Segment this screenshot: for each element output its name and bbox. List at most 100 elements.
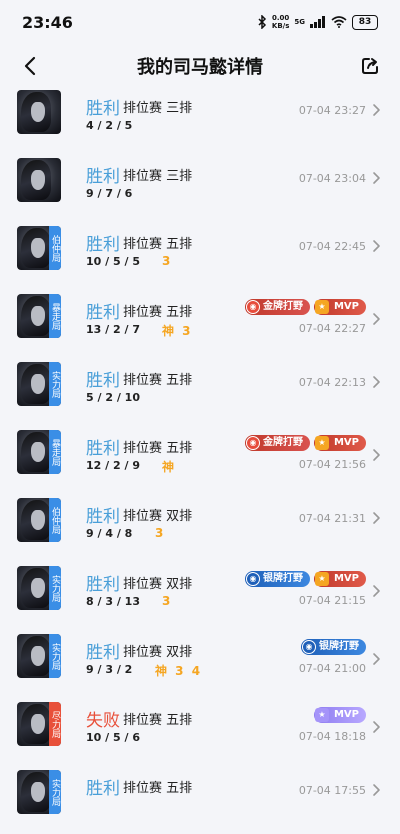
- match-kda: 8 / 3 / 13: [86, 595, 140, 608]
- match-honors: 3: [162, 594, 173, 608]
- match-badges: ◉ 金牌打野 ★ MVP: [244, 435, 366, 451]
- chevron-right-icon: [373, 240, 380, 252]
- gold-badge: ◉ 金牌打野: [244, 299, 310, 315]
- match-date: 07-04 21:00: [298, 662, 366, 675]
- badge-label: MVP: [333, 437, 359, 448]
- match-row[interactable]: 暴走局 胜利 排位赛 五排 13 / 2 / 7 神 3 ◉ 金牌打野 ★ MVP 07-04 2…: [0, 294, 400, 358]
- match-tag: 实力局: [49, 770, 61, 814]
- mvp-badge: ★ MVP: [313, 299, 366, 315]
- chevron-right-icon: [373, 721, 380, 733]
- match-kda: 9 / 4 / 8: [86, 527, 133, 540]
- battery-indicator: 83: [352, 14, 378, 30]
- chevron-right-icon: [373, 512, 380, 524]
- share-button[interactable]: [356, 52, 384, 80]
- match-date: 07-04 23:04: [298, 172, 366, 185]
- back-button[interactable]: [16, 52, 44, 80]
- match-result: 胜利: [86, 575, 120, 595]
- hero-avatar: 暴走局: [17, 294, 61, 338]
- match-row[interactable]: 胜利 排位赛 三排 9 / 7 / 6 07-04 23:04: [0, 158, 400, 222]
- hero-avatar: 实力局: [17, 770, 61, 814]
- match-mode: 排位赛 三排: [123, 169, 193, 184]
- match-tag: 尽力局: [49, 702, 61, 746]
- hero-avatar: [17, 90, 61, 134]
- match-kda: 4 / 2 / 5: [86, 119, 133, 132]
- hero-avatar: 伯仲局: [17, 226, 61, 270]
- match-honors: 3: [162, 254, 173, 268]
- match-honors: 神: [162, 460, 177, 474]
- match-date: 07-04 23:27: [298, 104, 366, 117]
- network-type: 5G: [294, 18, 305, 26]
- match-tag: 暴走局: [49, 430, 61, 474]
- match-row[interactable]: 暴走局 胜利 排位赛 五排 12 / 2 / 9 神 ◉ 金牌打野 ★ MVP 07-04 21:…: [0, 430, 400, 494]
- match-tag: 伯仲局: [49, 498, 61, 542]
- match-honors: 3: [155, 526, 166, 540]
- match-tag: 实力局: [49, 362, 61, 406]
- match-row[interactable]: 胜利 排位赛 三排 4 / 2 / 5 07-04 23:27: [0, 90, 400, 154]
- match-kda: 9 / 7 / 6: [86, 187, 133, 200]
- gold-badge: ◉ 金牌打野: [244, 435, 310, 451]
- match-mode: 排位赛 双排: [123, 577, 193, 592]
- match-result: 胜利: [86, 439, 120, 459]
- chevron-right-icon: [373, 313, 380, 325]
- silver-badge: ◉ 银牌打野: [301, 639, 366, 655]
- match-date: 07-04 22:13: [298, 376, 366, 389]
- hero-avatar: 实力局: [17, 362, 61, 406]
- match-date: 07-04 17:55: [298, 784, 366, 797]
- match-result: 胜利: [86, 371, 120, 391]
- match-result: 胜利: [86, 643, 120, 663]
- match-mode: 排位赛 五排: [123, 373, 193, 388]
- silver-badge: ◉ 银牌打野: [244, 571, 310, 587]
- status-bar: 23:46 0.00 KB/s 5G 83: [0, 0, 400, 44]
- avatar-face: [31, 306, 45, 326]
- mvp-badge: ★ MVP: [313, 435, 366, 451]
- match-date: 07-04 21:31: [298, 512, 366, 525]
- badge-label: MVP: [333, 573, 359, 584]
- match-date: 07-04 21:15: [298, 594, 366, 607]
- match-tag: 暴走局: [49, 294, 61, 338]
- match-mode: 排位赛 五排: [123, 713, 193, 728]
- match-mode: 排位赛 五排: [123, 441, 193, 456]
- match-mode: 排位赛 三排: [123, 101, 193, 116]
- match-kda: 5 / 2 / 10: [86, 391, 140, 404]
- match-date: 07-04 22:45: [298, 240, 366, 253]
- avatar-face: [31, 578, 45, 598]
- match-row[interactable]: 实力局 胜利 排位赛 五排 5 / 2 / 10 07-04 22:13: [0, 362, 400, 426]
- match-row[interactable]: 伯仲局 胜利 排位赛 五排 10 / 5 / 5 3 07-04 22:45: [0, 226, 400, 290]
- avatar-face: [31, 238, 45, 258]
- match-row[interactable]: 实力局 胜利 排位赛 五排 07-04 17:55: [0, 770, 400, 834]
- match-result: 胜利: [86, 99, 120, 119]
- share-icon: [362, 58, 378, 74]
- badge-label: 银牌打野: [262, 573, 303, 584]
- badge-icon: ★: [314, 572, 329, 586]
- page-title: 我的司马懿详情: [137, 57, 263, 78]
- chevron-right-icon: [373, 784, 380, 796]
- network-speed-unit: KB/s: [271, 22, 290, 30]
- match-row[interactable]: 伯仲局 胜利 排位赛 双排 9 / 4 / 8 3 07-04 21:31: [0, 498, 400, 562]
- hero-avatar: [17, 158, 61, 202]
- avatar-face: [31, 170, 45, 190]
- hero-avatar: 实力局: [17, 634, 61, 678]
- chevron-right-icon: [373, 585, 380, 597]
- match-mode: 排位赛 双排: [123, 645, 193, 660]
- avatar-face: [31, 782, 45, 802]
- chevron-right-icon: [373, 376, 380, 388]
- chevron-left-icon: [24, 56, 36, 76]
- badge-icon: ◉: [302, 640, 316, 654]
- match-row[interactable]: 实力局 胜利 排位赛 双排 9 / 3 / 2 神 3 4 ◉ 银牌打野 07-04 21:0…: [0, 634, 400, 698]
- avatar-face: [31, 646, 45, 666]
- match-mode: 排位赛 五排: [123, 305, 193, 320]
- match-date: 07-04 22:27: [298, 322, 366, 335]
- match-mode: 排位赛 双排: [123, 509, 193, 524]
- match-row[interactable]: 尽力局 失败 排位赛 五排 10 / 5 / 6 ★ MVP 07-04 18:18: [0, 702, 400, 766]
- match-tag: 伯仲局: [49, 226, 61, 270]
- match-result: 失败: [86, 711, 120, 731]
- match-row[interactable]: 实力局 胜利 排位赛 双排 8 / 3 / 13 3 ◉ 银牌打野 ★ MVP 07-04 21:…: [0, 566, 400, 630]
- badge-label: MVP: [333, 709, 359, 720]
- match-result: 胜利: [86, 507, 120, 527]
- match-kda: 9 / 3 / 2: [86, 663, 133, 676]
- bluetooth-icon: [258, 15, 266, 29]
- network-speed-value: 0.00: [271, 14, 290, 22]
- match-badges: ★ MVP: [313, 707, 366, 723]
- match-kda: 13 / 2 / 7: [86, 323, 140, 336]
- status-icons: 0.00 KB/s 5G 83: [257, 14, 378, 30]
